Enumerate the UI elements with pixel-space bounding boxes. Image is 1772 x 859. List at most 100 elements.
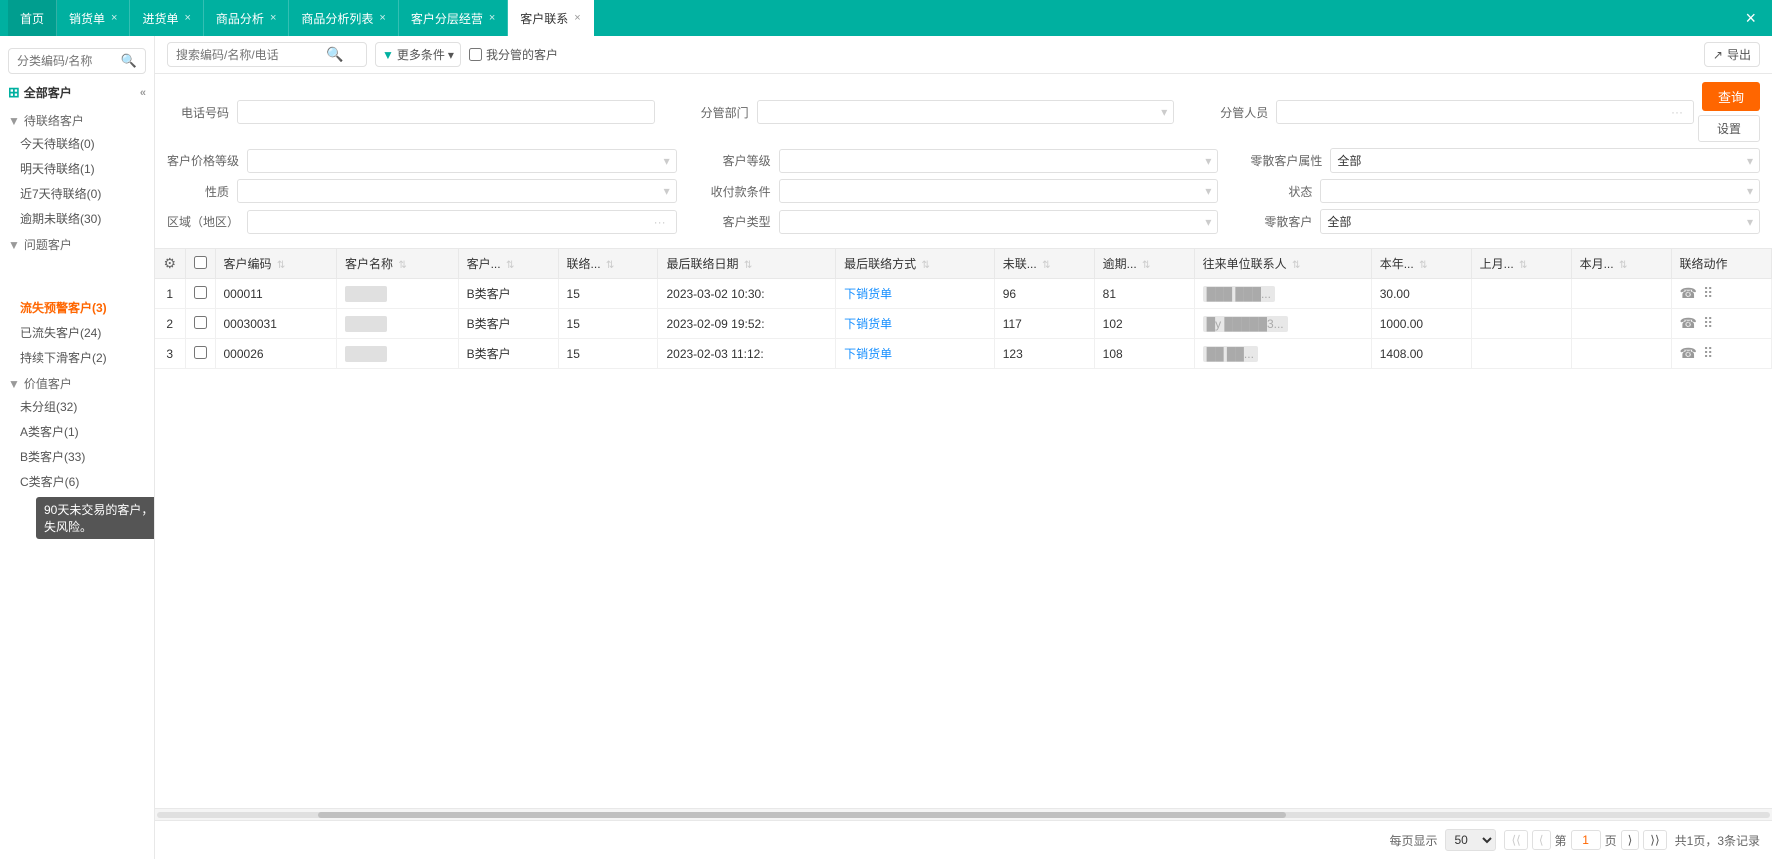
more-action-icon[interactable]: ⠿ <box>1703 315 1713 332</box>
sidebar-item-type-a[interactable]: A类客户(1) <box>0 419 154 444</box>
tab-customer-segment[interactable]: 客户分层经营 × <box>399 0 508 36</box>
th-this-year[interactable]: 本年... ⇅ <box>1371 249 1471 279</box>
contact-icon[interactable]: ☎ <box>1680 345 1697 362</box>
sidebar-item-today-contact[interactable]: 今天待联络(0) <box>0 131 154 156</box>
zero-customer-select[interactable]: 全部 ▾ <box>1320 209 1760 234</box>
tab-purchase-close[interactable]: × <box>184 12 190 24</box>
tab-sales[interactable]: 销货单 × <box>57 0 130 36</box>
sidebar-item-week-contact[interactable]: 近7天待联络(0) <box>0 181 154 206</box>
sidebar-item-churned[interactable]: 已流失客户(24) <box>0 320 154 345</box>
more-filter-button[interactable]: ▼ 更多条件 ▾ <box>375 42 461 67</box>
person-dots[interactable]: ··· <box>1667 105 1687 119</box>
th-overdue-label: 逾期... <box>1103 257 1137 271</box>
content-area: 🔍 ▼ 更多条件 ▾ 我分管的客户 ↗ 导出 电话号码 <box>155 36 1772 859</box>
sidebar-item-type-b[interactable]: B类客户(33) <box>0 444 154 469</box>
sidebar-item-overdue-contact[interactable]: 逾期未联络(30) <box>0 206 154 231</box>
tab-customer-contact[interactable]: 客户联系 × <box>508 0 593 36</box>
th-not-contact[interactable]: 未联... ⇅ <box>994 249 1094 279</box>
th-last-date[interactable]: 最后联络日期 ⇅ <box>658 249 836 279</box>
person-select[interactable]: ··· <box>1276 100 1694 124</box>
last-page-button[interactable]: ⟩⟩ <box>1643 830 1666 850</box>
customer-grade-select[interactable]: ▾ <box>779 149 1219 173</box>
tab-goods-analysis[interactable]: 商品分析 × <box>204 0 289 36</box>
phone-input[interactable] <box>237 100 655 124</box>
search-input[interactable] <box>176 48 326 62</box>
next-page-button[interactable]: ⟩ <box>1621 830 1640 850</box>
horizontal-scrollbar[interactable] <box>155 808 1772 820</box>
first-page-button[interactable]: ⟨⟨ <box>1504 830 1527 850</box>
sidebar-all-customers[interactable]: ⊞ 全部客户 « <box>0 78 154 107</box>
th-type[interactable]: 客户... ⇅ <box>458 249 558 279</box>
region-dots[interactable]: ··· <box>650 215 670 229</box>
section-problem-customers[interactable]: ▼ 问题客户 <box>0 231 154 255</box>
section-pending-contact[interactable]: ▼ 待联络客户 <box>0 107 154 131</box>
page-input[interactable] <box>1571 830 1601 850</box>
price-grade-select[interactable]: ▾ <box>247 149 677 173</box>
th-name[interactable]: 客户名称 ⇅ <box>337 249 459 279</box>
last-method-link[interactable]: 下销货单 <box>844 287 892 301</box>
tab-customer-contact-close[interactable]: × <box>574 12 580 24</box>
tab-customer-segment-close[interactable]: × <box>489 12 495 24</box>
more-action-icon[interactable]: ⠿ <box>1703 285 1713 302</box>
query-button[interactable]: 查询 <box>1702 82 1760 111</box>
gender-select[interactable]: ▾ <box>237 179 677 203</box>
search-icon[interactable]: 🔍 <box>326 46 343 63</box>
search-box[interactable]: 🔍 <box>167 42 367 67</box>
sidebar-item-tomorrow-contact[interactable]: 明天待联络(1) <box>0 156 154 181</box>
prev-page-button[interactable]: ⟨ <box>1532 830 1551 850</box>
tab-goods-analysis-close[interactable]: × <box>270 12 276 24</box>
th-action: 联络动作 <box>1671 249 1771 279</box>
row-checkbox[interactable] <box>194 346 207 359</box>
pagination: 每页显示 50 100 200 ⟨⟨ ⟨ 第 页 ⟩ ⟩⟩ 共1页，3条记录 <box>155 820 1772 859</box>
per-page-select[interactable]: 50 100 200 <box>1445 829 1496 851</box>
sort-arrow-this-year: ⇅ <box>1419 260 1427 271</box>
sidebar-item-type-c[interactable]: C类客户(6) <box>0 469 154 494</box>
my-customers-checkbox-label[interactable]: 我分管的客户 <box>469 46 558 63</box>
th-code[interactable]: 客户编码 ⇅ <box>215 249 337 279</box>
sidebar-item-churn-warning[interactable]: 流失预警客户(3) <box>0 295 154 320</box>
gear-icon[interactable]: ⚙ <box>163 255 176 271</box>
th-checkbox[interactable] <box>185 249 215 279</box>
tab-goods-analysis-list[interactable]: 商品分析列表 × <box>289 0 398 36</box>
contact-icon[interactable]: ☎ <box>1680 315 1697 332</box>
cell-last-method: 下销货单 <box>836 309 995 339</box>
scrollbar-thumb[interactable] <box>318 812 1286 818</box>
th-contact[interactable]: 联络... ⇅ <box>558 249 658 279</box>
zero-attr-select[interactable]: 全部 ▾ <box>1330 148 1760 173</box>
row-checkbox[interactable] <box>194 286 207 299</box>
th-settings[interactable]: ⚙ <box>155 249 185 279</box>
my-customers-checkbox[interactable] <box>469 48 482 61</box>
region-select[interactable]: ··· <box>247 210 677 234</box>
last-method-link[interactable]: 下销货单 <box>844 317 892 331</box>
th-company-contact[interactable]: 往来单位联系人 ⇅ <box>1194 249 1371 279</box>
select-all-checkbox[interactable] <box>194 256 207 269</box>
setting-button[interactable]: 设置 <box>1698 115 1760 142</box>
sidebar-search-input[interactable] <box>17 54 121 68</box>
tab-goods-analysis-list-close[interactable]: × <box>379 12 385 24</box>
payment-select[interactable]: ▾ <box>779 179 1219 203</box>
cell-checkbox[interactable] <box>185 339 215 369</box>
window-close-button[interactable]: × <box>1737 8 1764 29</box>
tab-sales-close[interactable]: × <box>111 12 117 24</box>
th-last-month[interactable]: 上月... ⇅ <box>1471 249 1571 279</box>
cell-checkbox[interactable] <box>185 279 215 309</box>
last-method-link[interactable]: 下销货单 <box>844 347 892 361</box>
th-last-method[interactable]: 最后联络方式 ⇅ <box>836 249 995 279</box>
more-action-icon[interactable]: ⠿ <box>1703 345 1713 362</box>
customer-type-select[interactable]: ▾ <box>779 210 1219 234</box>
cell-checkbox[interactable] <box>185 309 215 339</box>
sidebar-item-ungrouped[interactable]: 未分组(32) <box>0 394 154 419</box>
sidebar-collapse-icon[interactable]: « <box>140 87 146 99</box>
th-overdue[interactable]: 逾期... ⇅ <box>1094 249 1194 279</box>
export-button[interactable]: ↗ 导出 <box>1704 42 1760 67</box>
section-value-customers[interactable]: ▼ 价值客户 <box>0 370 154 394</box>
sidebar-search-box[interactable]: 🔍 <box>8 48 146 74</box>
row-checkbox[interactable] <box>194 316 207 329</box>
sidebar-item-declining[interactable]: 持续下滑客户(2) <box>0 345 154 370</box>
tab-purchase[interactable]: 进货单 × <box>130 0 203 36</box>
th-this-month[interactable]: 本月... ⇅ <box>1571 249 1671 279</box>
status-select[interactable]: ▾ <box>1320 179 1760 203</box>
dept-select[interactable]: ▾ <box>757 100 1175 124</box>
tab-home[interactable]: 首页 <box>8 0 57 36</box>
contact-icon[interactable]: ☎ <box>1680 285 1697 302</box>
